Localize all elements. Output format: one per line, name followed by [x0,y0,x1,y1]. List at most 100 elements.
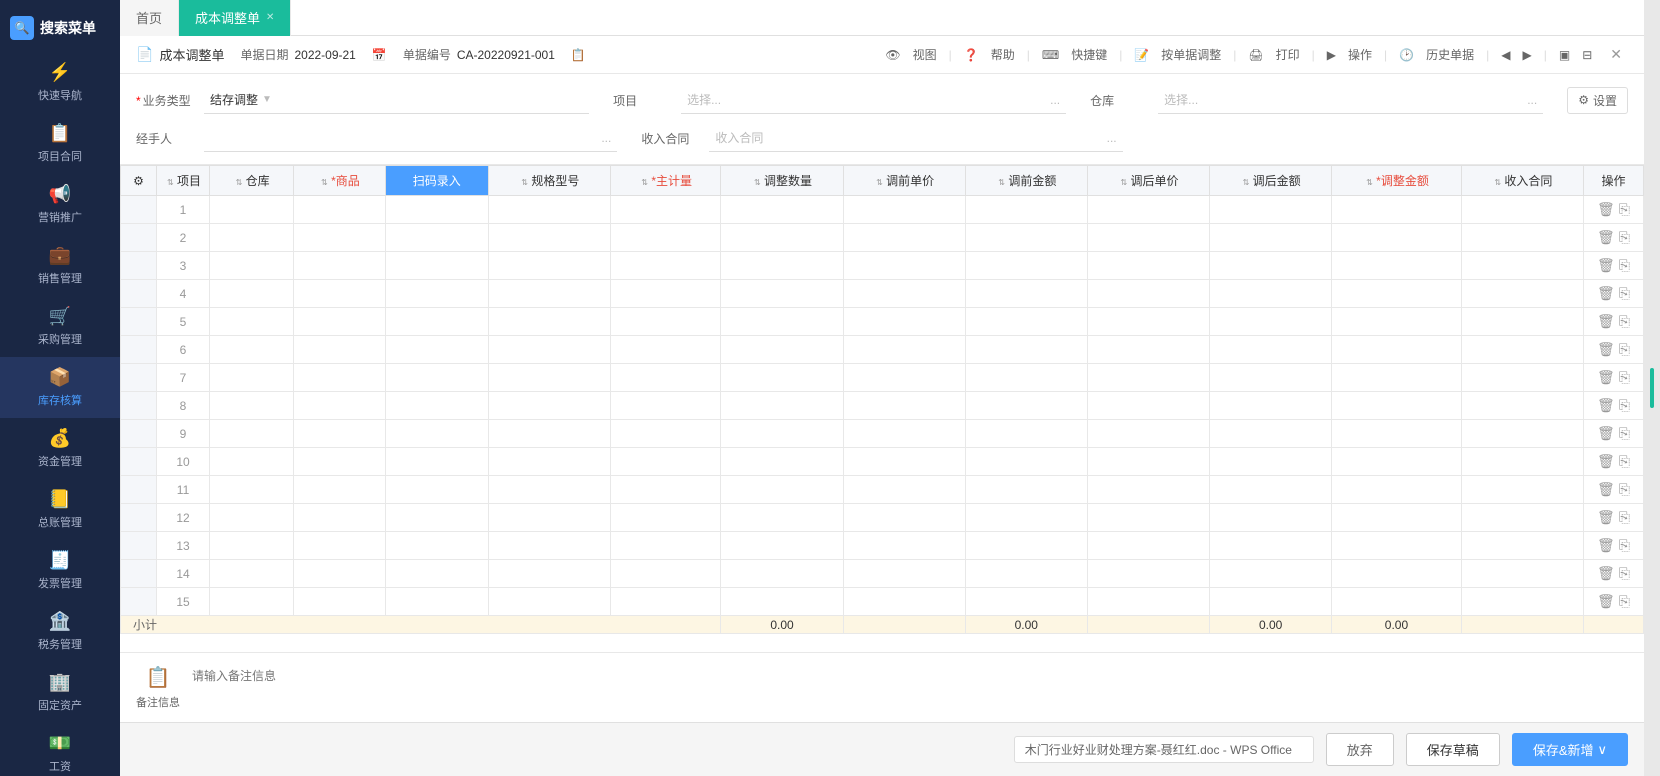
income-contract-value-display[interactable]: 收入合同 ... [709,124,1122,152]
sidebar-item-sales-promo[interactable]: 📢 营销推广 [0,174,120,235]
row-after-amount-15[interactable] [1210,588,1332,616]
layout-btn-2[interactable]: ⊟ [1582,48,1592,62]
row-adj-amount-15[interactable] [1332,588,1462,616]
row-before-unit-price-8[interactable] [843,392,965,420]
delete-icon-11[interactable]: 🗑 [1597,481,1615,498]
delete-icon-15[interactable]: 🗑 [1597,593,1615,610]
row-goods-4[interactable] [294,280,386,308]
row-unit-11[interactable] [610,476,721,504]
row-warehouse-9[interactable] [210,420,294,448]
delete-icon-14[interactable]: 🗑 [1597,565,1615,582]
col-header-settings[interactable]: ⚙ [121,166,157,196]
copy-icon-9[interactable]: ⎘ [1619,425,1630,442]
sidebar-item-project-contract[interactable]: 📋 项目合同 [0,113,120,174]
row-spec-3[interactable] [488,252,610,280]
delete-icon-6[interactable]: 🗑 [1597,341,1615,358]
row-adj-amount-2[interactable] [1332,224,1462,252]
row-warehouse-7[interactable] [210,364,294,392]
row-unit-12[interactable] [610,504,721,532]
sidebar-item-quick-nav[interactable]: ⚡ 快速导航 [0,52,120,113]
row-before-unit-price-9[interactable] [843,420,965,448]
tab-home[interactable]: 首页 [120,0,179,36]
row-income-contract-4[interactable] [1461,280,1583,308]
row-warehouse-13[interactable] [210,532,294,560]
copy-icon-1[interactable]: ⎘ [1619,201,1630,218]
warehouse-value-display[interactable]: 选择... ... [1158,86,1543,114]
row-adj-amount-5[interactable] [1332,308,1462,336]
delete-icon-1[interactable]: 🗑 [1597,201,1615,218]
row-scan-10[interactable] [385,448,488,476]
row-scan-8[interactable] [385,392,488,420]
row-warehouse-8[interactable] [210,392,294,420]
row-adj-qty-10[interactable] [721,448,843,476]
row-before-unit-price-10[interactable] [843,448,965,476]
row-adj-qty-6[interactable] [721,336,843,364]
row-income-contract-13[interactable] [1461,532,1583,560]
row-unit-9[interactable] [610,420,721,448]
right-panel[interactable] [1644,0,1660,776]
row-adj-amount-4[interactable] [1332,280,1462,308]
row-before-unit-price-3[interactable] [843,252,965,280]
batch-edit-btn[interactable]: 按单据调整 [1161,46,1221,63]
row-before-amount-4[interactable] [965,280,1087,308]
delete-icon-13[interactable]: 🗑 [1597,537,1615,554]
row-before-unit-price-4[interactable] [843,280,965,308]
table-container[interactable]: ⚙ ⇅ 项目 ⇅ 仓库 ⇅ *商品 扫码录入 ⇅ 规格型号 ⇅ *主计量 ⇅ 调… [120,165,1644,652]
discard-button[interactable]: 放弃 [1326,733,1394,766]
sidebar-item-fixed-assets[interactable]: 🏢 固定资产 [0,662,120,723]
row-after-unit-price-4[interactable] [1087,280,1209,308]
row-scan-3[interactable] [385,252,488,280]
sidebar-item-purchase-mgmt[interactable]: 🛒 采购管理 [0,296,120,357]
row-unit-10[interactable] [610,448,721,476]
row-before-amount-13[interactable] [965,532,1087,560]
delete-icon-5[interactable]: 🗑 [1597,313,1615,330]
row-income-contract-14[interactable] [1461,560,1583,588]
sidebar-item-sales-mgmt[interactable]: 💼 销售管理 [0,235,120,296]
row-warehouse-4[interactable] [210,280,294,308]
row-warehouse-11[interactable] [210,476,294,504]
row-adj-qty-2[interactable] [721,224,843,252]
row-warehouse-10[interactable] [210,448,294,476]
row-before-unit-price-7[interactable] [843,364,965,392]
row-warehouse-12[interactable] [210,504,294,532]
row-after-unit-price-3[interactable] [1087,252,1209,280]
settings-button[interactable]: ⚙ 设置 [1567,87,1628,114]
row-income-contract-1[interactable] [1461,196,1583,224]
delete-icon-3[interactable]: 🗑 [1597,257,1615,274]
delete-icon-4[interactable]: 🗑 [1597,285,1615,302]
row-spec-7[interactable] [488,364,610,392]
copy-icon-10[interactable]: ⎘ [1619,453,1630,470]
nav-next-btn[interactable]: ▶ [1523,48,1532,62]
row-spec-2[interactable] [488,224,610,252]
view-btn[interactable]: 视图 [913,46,937,63]
row-before-amount-5[interactable] [965,308,1087,336]
copy-icon-8[interactable]: ⎘ [1619,397,1630,414]
row-after-amount-10[interactable] [1210,448,1332,476]
tab-close-icon[interactable]: ✕ [266,12,274,23]
row-unit-13[interactable] [610,532,721,560]
delete-icon-12[interactable]: 🗑 [1597,509,1615,526]
row-after-unit-price-13[interactable] [1087,532,1209,560]
row-scan-15[interactable] [385,588,488,616]
row-adj-qty-13[interactable] [721,532,843,560]
row-before-amount-12[interactable] [965,504,1087,532]
sidebar-item-capital-mgmt[interactable]: 💰 资金管理 [0,418,120,479]
copy-icon-14[interactable]: ⎘ [1619,565,1630,582]
row-scan-4[interactable] [385,280,488,308]
row-adj-qty-1[interactable] [721,196,843,224]
layout-btn-1[interactable]: ▣ [1559,48,1570,62]
row-unit-14[interactable] [610,560,721,588]
row-goods-6[interactable] [294,336,386,364]
row-adj-amount-6[interactable] [1332,336,1462,364]
row-adj-amount-14[interactable] [1332,560,1462,588]
row-before-unit-price-14[interactable] [843,560,965,588]
col-header-scan[interactable]: 扫码录入 [385,166,488,196]
row-after-unit-price-5[interactable] [1087,308,1209,336]
copy-icon-11[interactable]: ⎘ [1619,481,1630,498]
row-adj-amount-7[interactable] [1332,364,1462,392]
row-unit-15[interactable] [610,588,721,616]
row-before-unit-price-1[interactable] [843,196,965,224]
help-btn[interactable]: 帮助 [991,46,1015,63]
row-after-amount-5[interactable] [1210,308,1332,336]
copy-icon-15[interactable]: ⎘ [1619,593,1630,610]
